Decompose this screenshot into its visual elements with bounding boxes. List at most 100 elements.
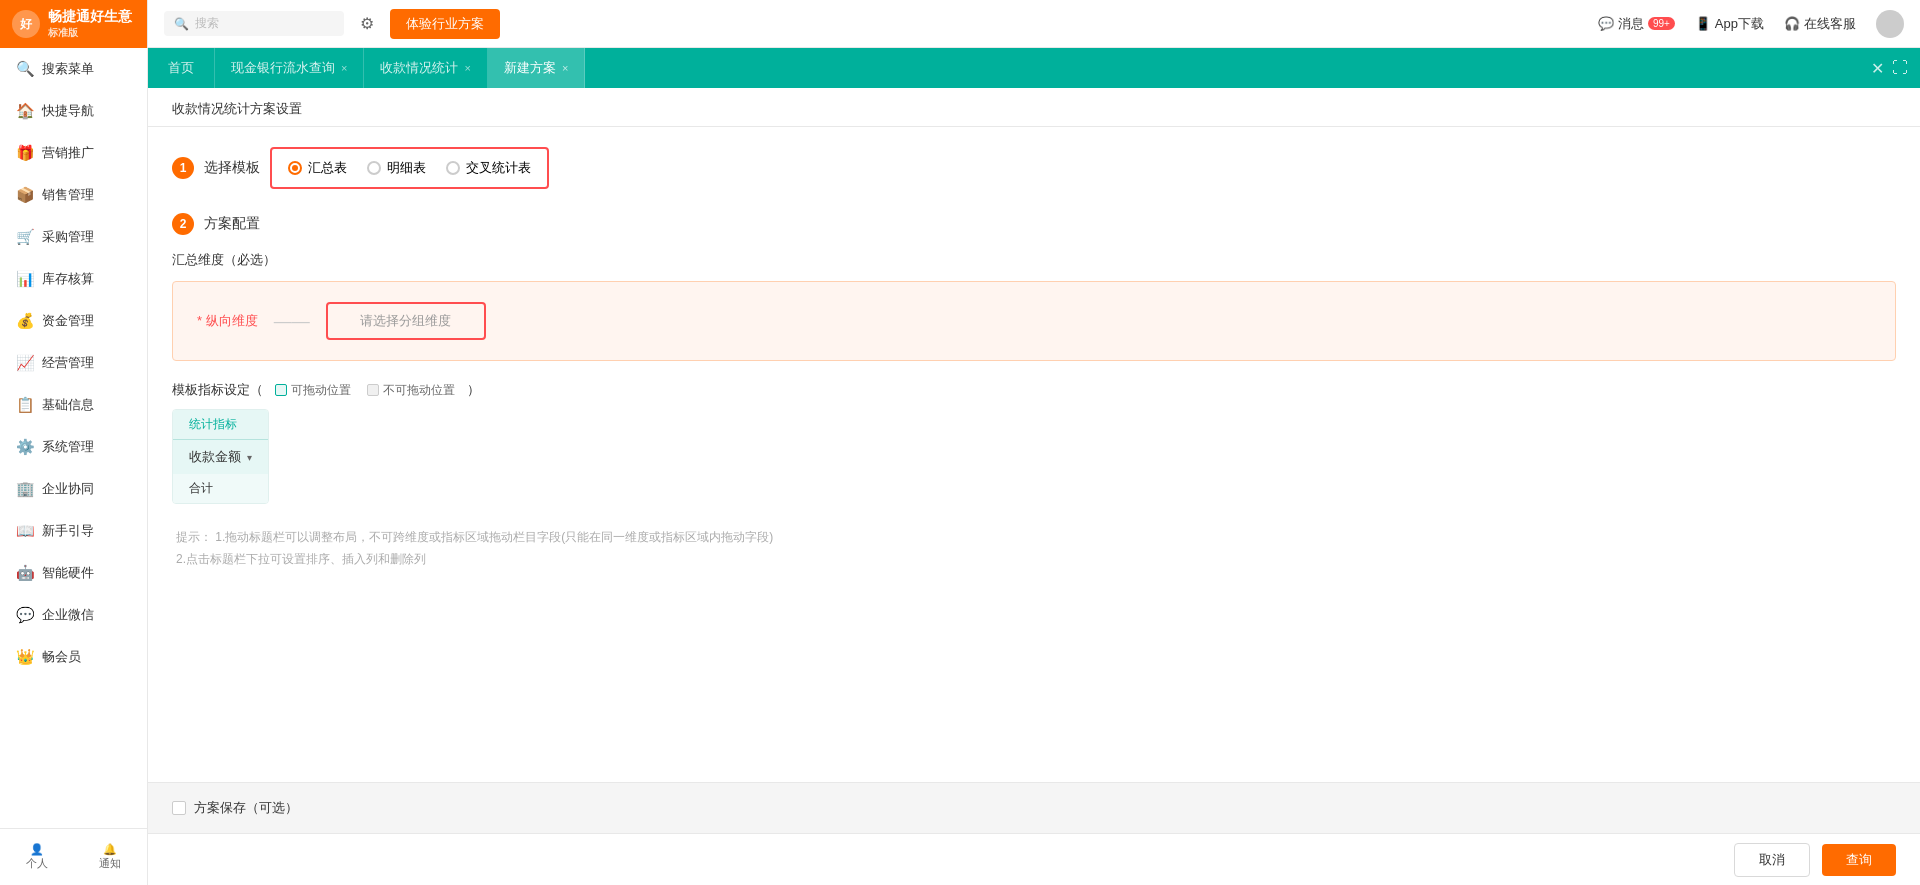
content-area: 收款情况统计方案设置 1 选择模板 汇总表 明细表 — [148, 88, 1920, 833]
member-icon: 👑 — [16, 648, 34, 666]
metric-name-label: 收款金额 — [189, 448, 241, 466]
tab-bank-flow-close[interactable]: × — [341, 62, 347, 74]
marketing-icon: 🎁 — [16, 144, 34, 162]
inventory-icon: 📊 — [16, 270, 34, 288]
step1-header: 1 选择模板 汇总表 明细表 交叉统计表 — [172, 147, 1896, 189]
config-section: 汇总维度（必选） * 纵向维度 —— 请选择分组维度 模板指标设定（ — [172, 251, 1896, 570]
tab-bank-flow[interactable]: 现金银行流水查询 × — [215, 48, 364, 88]
sidebar-label-quick-nav: 快捷导航 — [42, 102, 94, 120]
online-service-item[interactable]: 🎧 在线客服 — [1784, 15, 1856, 33]
settings-icon[interactable]: ⚙ — [360, 14, 374, 33]
main-area: 🔍 搜索 ⚙ 体验行业方案 💬 消息 99+ 📱 App下载 🎧 在线客服 首页 — [148, 0, 1920, 885]
sidebar-item-finance[interactable]: 💰 资金管理 — [0, 300, 147, 342]
step1-title: 选择模板 — [204, 159, 260, 177]
radio-detail[interactable]: 明细表 — [367, 159, 426, 177]
metric-table: 统计指标 收款金额 ▾ 合计 — [172, 409, 269, 504]
tab-close-all-icon[interactable]: ✕ — [1871, 59, 1884, 78]
tab-collection-stats[interactable]: 收款情况统计 × — [364, 48, 487, 88]
step1-section: 1 选择模板 汇总表 明细表 交叉统计表 — [172, 147, 1896, 189]
metric-title-close: ） — [467, 381, 480, 399]
notification-item[interactable]: 💬 消息 99+ — [1598, 15, 1675, 33]
dimension-placeholder-box[interactable]: 请选择分组维度 — [326, 302, 486, 340]
save-checkbox[interactable] — [172, 801, 186, 815]
service-icon: 🎧 — [1784, 16, 1800, 31]
step2-header: 2 方案配置 — [172, 213, 1896, 235]
app-download-item[interactable]: 📱 App下载 — [1695, 15, 1764, 33]
sidebar-label-purchase: 采购管理 — [42, 228, 94, 246]
tip-1: 提示： 1.拖动标题栏可以调整布局，不可跨维度或指标区域拖动栏目字段(只能在同一… — [172, 527, 1896, 549]
tab-home[interactable]: 首页 — [148, 48, 215, 88]
wechat-icon: 💬 — [16, 606, 34, 624]
user-avatar[interactable] — [1876, 10, 1904, 38]
topbar: 🔍 搜索 ⚙ 体验行业方案 💬 消息 99+ 📱 App下载 🎧 在线客服 — [148, 0, 1920, 48]
dimension-placeholder-text: 请选择分组维度 — [360, 313, 451, 328]
tab-home-label: 首页 — [168, 59, 194, 77]
topbar-search-box[interactable]: 🔍 搜索 — [164, 11, 344, 36]
metric-section-label: 模板指标设定（ — [172, 381, 263, 399]
radio-cross-circle — [446, 161, 460, 175]
smart-hw-icon: 🤖 — [16, 564, 34, 582]
sidebar-label-basic-info: 基础信息 — [42, 396, 94, 414]
radio-cross[interactable]: 交叉统计表 — [446, 159, 531, 177]
sidebar-item-quick-nav[interactable]: 🏠 快捷导航 — [0, 90, 147, 132]
sidebar-item-guide[interactable]: 📖 新手引导 — [0, 510, 147, 552]
purchase-icon: 🛒 — [16, 228, 34, 246]
metric-legend: 可拖动位置 不可拖动位置 — [275, 382, 455, 399]
sidebar-item-marketing[interactable]: 🎁 营销推广 — [0, 132, 147, 174]
sidebar-label-finance: 资金管理 — [42, 312, 94, 330]
sidebar-item-inventory[interactable]: 📊 库存核算 — [0, 258, 147, 300]
personal-icon: 👤 — [30, 843, 44, 856]
logo-icon: 好 — [12, 10, 40, 38]
tips-section: 提示： 1.拖动标题栏可以调整布局，不可跨维度或指标区域拖动栏目字段(只能在同一… — [172, 527, 1896, 570]
sidebar-bottom-notify[interactable]: 🔔 通知 — [74, 837, 148, 877]
sidebar-label-operations: 经营管理 — [42, 354, 94, 372]
sidebar-item-basic-info[interactable]: 📋 基础信息 — [0, 384, 147, 426]
tab-new-plan-close[interactable]: × — [562, 62, 568, 74]
sidebar-bottom-personal[interactable]: 👤 个人 — [0, 837, 74, 877]
metric-table-header: 统计指标 — [173, 410, 268, 440]
cancel-button[interactable]: 取消 — [1734, 843, 1810, 877]
sidebar-item-wechat[interactable]: 💬 企业微信 — [0, 594, 147, 636]
radio-summary[interactable]: 汇总表 — [288, 159, 347, 177]
notify-icon: 🔔 — [103, 843, 117, 856]
finance-icon: 💰 — [16, 312, 34, 330]
tab-collection-stats-close[interactable]: × — [464, 62, 470, 74]
industry-btn[interactable]: 体验行业方案 — [390, 9, 500, 39]
personal-label: 个人 — [26, 856, 48, 871]
sidebar-label-inventory: 库存核算 — [42, 270, 94, 288]
sidebar-label-smart-hw: 智能硬件 — [42, 564, 94, 582]
sidebar-item-sales[interactable]: 📦 销售管理 — [0, 174, 147, 216]
tab-new-plan[interactable]: 新建方案 × — [488, 48, 585, 88]
sidebar-item-collab[interactable]: 🏢 企业协同 — [0, 468, 147, 510]
sidebar-item-operations[interactable]: 📈 经营管理 — [0, 342, 147, 384]
operations-icon: 📈 — [16, 354, 34, 372]
radio-summary-circle — [288, 161, 302, 175]
dimension-row-label: * 纵向维度 — [197, 312, 258, 330]
query-button[interactable]: 查询 — [1822, 844, 1896, 876]
sidebar-item-purchase[interactable]: 🛒 采购管理 — [0, 216, 147, 258]
topbar-right: 💬 消息 99+ 📱 App下载 🎧 在线客服 — [1598, 10, 1904, 38]
sidebar: 好 畅捷通好生意 标准版 🔍 搜索菜单 🏠 快捷导航 🎁 营销推广 📦 销售管理… — [0, 0, 148, 885]
guide-icon: 📖 — [16, 522, 34, 540]
radio-detail-label: 明细表 — [387, 159, 426, 177]
sidebar-label-collab: 企业协同 — [42, 480, 94, 498]
app-download-label: App下载 — [1715, 15, 1764, 33]
dimension-section-title: 汇总维度（必选） — [172, 251, 1896, 269]
quick-nav-icon: 🏠 — [16, 102, 34, 120]
metric-title-row: 模板指标设定（ 可拖动位置 不可拖动位置 — [172, 381, 1896, 399]
sidebar-item-search-menu[interactable]: 🔍 搜索菜单 — [0, 48, 147, 90]
legend-draggable: 可拖动位置 — [275, 382, 351, 399]
dimension-arrow-icon: —— — [274, 311, 310, 332]
tab-bank-flow-label: 现金银行流水查询 — [231, 59, 335, 77]
metric-section: 模板指标设定（ 可拖动位置 不可拖动位置 — [172, 381, 1896, 507]
app-icon: 📱 — [1695, 16, 1711, 31]
tab-maximize-icon[interactable]: ⛶ — [1892, 59, 1908, 77]
notification-label: 消息 — [1618, 15, 1644, 33]
sidebar-item-member[interactable]: 👑 畅会员 — [0, 636, 147, 678]
message-icon: 💬 — [1598, 16, 1614, 31]
sidebar-item-smart-hw[interactable]: 🤖 智能硬件 — [0, 552, 147, 594]
sidebar-item-system[interactable]: ⚙️ 系统管理 — [0, 426, 147, 468]
metric-table-cell[interactable]: 收款金额 ▾ — [173, 440, 268, 474]
form-area: 1 选择模板 汇总表 明细表 交叉统计表 — [148, 127, 1920, 782]
metric-sub-row: 合计 — [173, 474, 268, 503]
